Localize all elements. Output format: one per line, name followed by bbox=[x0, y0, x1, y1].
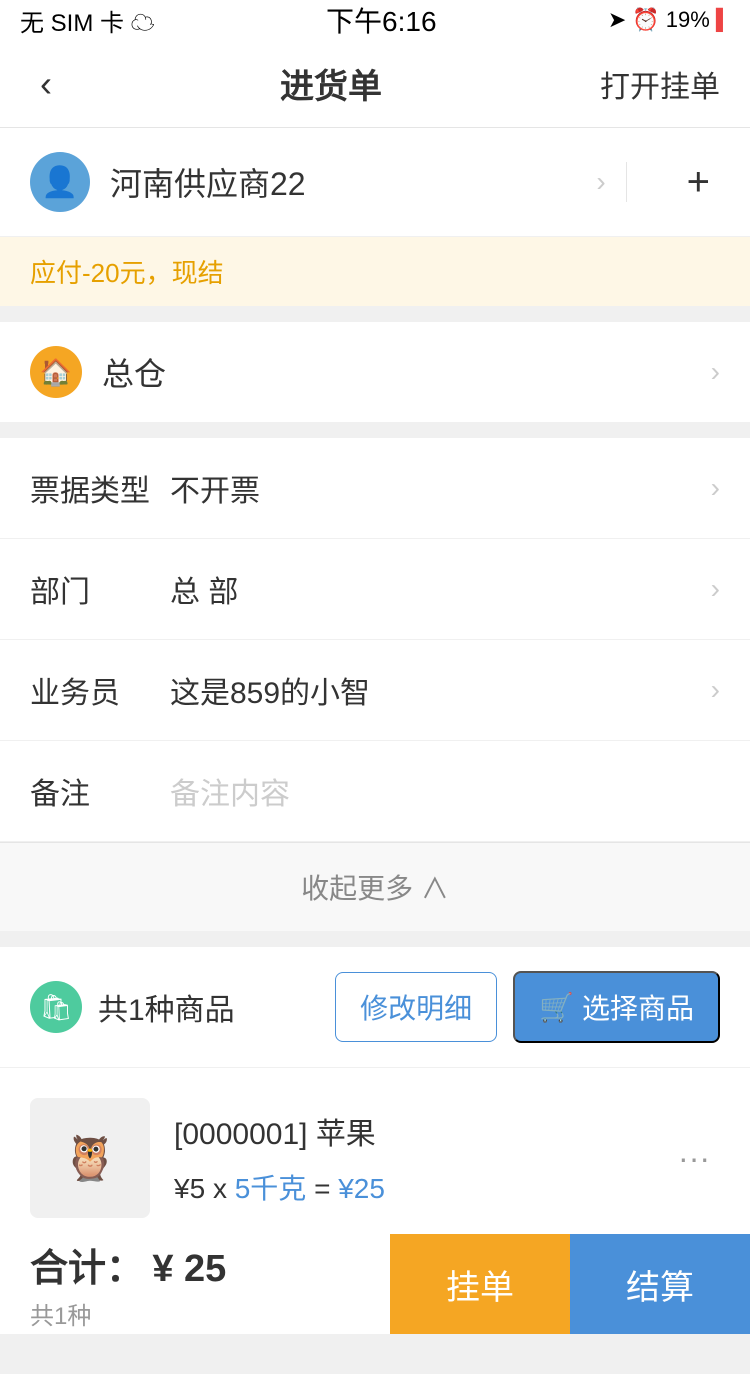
person-icon: 👤 bbox=[41, 165, 78, 200]
status-right: ➤ ⏰ 19% ▌ bbox=[608, 7, 730, 33]
page-title: 进货单 bbox=[280, 59, 382, 108]
product-count-icon: 🛍 bbox=[30, 981, 82, 1033]
main-content: 👤 河南供应商22 › + 应付-20元，现结 🏠 总仓 › 票据类型 不开票 … bbox=[0, 128, 750, 1374]
sim-signal: 无 SIM 卡 ☁ bbox=[20, 3, 155, 38]
product-name: [0000001] 苹果 bbox=[174, 1109, 668, 1153]
product-thumbnail: 🦉 bbox=[30, 1098, 150, 1218]
staff-value: 这是859的小智 bbox=[150, 668, 701, 712]
chevron-right-icon: › bbox=[711, 356, 720, 388]
remark-row[interactable]: 备注 备注内容 bbox=[0, 741, 750, 842]
modify-detail-button[interactable]: 修改明细 bbox=[335, 972, 497, 1042]
product-title: 苹果 bbox=[316, 1118, 376, 1151]
status-left: 无 SIM 卡 ☁ bbox=[20, 3, 155, 38]
form-card: 票据类型 不开票 › 部门 总 部 › 业务员 这是859的小智 › 备注 备注… bbox=[0, 438, 750, 931]
total-label: 合计： bbox=[30, 1248, 144, 1290]
total-value: ¥ 25 bbox=[152, 1248, 226, 1290]
status-time: 下午6:16 bbox=[326, 0, 437, 40]
product-price-row: ¥5 x 5千克 = ¥25 bbox=[174, 1167, 668, 1207]
product-header: 🛍 共1种商品 修改明细 🛒 选择商品 bbox=[0, 947, 750, 1068]
supplier-avatar: 👤 bbox=[30, 152, 90, 212]
warehouse-icon: 🏠 bbox=[30, 346, 82, 398]
warehouse-row[interactable]: 🏠 总仓 › bbox=[0, 322, 750, 422]
product-item: 🦉 [0000001] 苹果 ¥5 x 5千克 = ¥25 ··· bbox=[0, 1068, 750, 1248]
open-hang-button[interactable]: 打开挂单 bbox=[600, 62, 720, 106]
add-supplier-button[interactable]: + bbox=[677, 160, 720, 205]
select-product-button[interactable]: 🛒 选择商品 bbox=[513, 971, 720, 1043]
battery-level: 19% bbox=[666, 7, 710, 33]
warehouse-card[interactable]: 🏠 总仓 › bbox=[0, 322, 750, 422]
battery-icon: ▌ bbox=[716, 9, 730, 32]
product-count: 共1种商品 bbox=[98, 985, 335, 1029]
ticket-type-label: 票据类型 bbox=[30, 466, 150, 510]
bag-icon: 🛍 bbox=[39, 992, 72, 1023]
remark-label: 备注 bbox=[30, 769, 150, 813]
divider bbox=[626, 162, 627, 202]
supplier-card: 👤 河南供应商22 › + 应付-20元，现结 bbox=[0, 128, 750, 306]
chevron-right-icon: › bbox=[711, 674, 720, 706]
alarm-icon: ⏰ bbox=[632, 7, 659, 33]
cart-icon: 🛒 bbox=[539, 991, 574, 1024]
ticket-type-value: 不开票 bbox=[150, 466, 701, 510]
supplier-name: 河南供应商22 bbox=[110, 159, 586, 205]
owl-icon: 🦉 bbox=[63, 1132, 118, 1184]
bottom-bar: 合计： ¥ 25 共1种 挂单 结算 bbox=[0, 1234, 750, 1334]
department-row[interactable]: 部门 总 部 › bbox=[0, 539, 750, 640]
department-label: 部门 bbox=[30, 567, 150, 611]
more-options-button[interactable]: ··· bbox=[668, 1130, 720, 1187]
multiply-sign: x bbox=[213, 1173, 235, 1204]
product-info: [0000001] 苹果 ¥5 x 5千克 = ¥25 bbox=[174, 1109, 668, 1207]
chevron-right-icon: › bbox=[596, 166, 605, 198]
ticket-type-row[interactable]: 票据类型 不开票 › bbox=[0, 438, 750, 539]
product-total: ¥25 bbox=[338, 1173, 385, 1204]
select-product-label: 选择商品 bbox=[582, 987, 694, 1027]
supplier-notice: 应付-20元，现结 bbox=[0, 237, 750, 306]
hang-button[interactable]: 挂单 bbox=[390, 1234, 570, 1334]
total-section: 合计： ¥ 25 共1种 bbox=[0, 1234, 390, 1334]
product-unit-price: ¥5 bbox=[174, 1173, 205, 1204]
supplier-row[interactable]: 👤 河南供应商22 › + bbox=[0, 128, 750, 237]
chevron-right-icon: › bbox=[711, 573, 720, 605]
equals-sign: = bbox=[314, 1173, 338, 1204]
nav-bar: ‹ 进货单 打开挂单 bbox=[0, 40, 750, 128]
collapse-button[interactable]: 收起更多 ∧ bbox=[0, 842, 750, 931]
department-value: 总 部 bbox=[150, 567, 701, 611]
product-section: 🛍 共1种商品 修改明细 🛒 选择商品 🦉 [0000001] 苹果 ¥5 bbox=[0, 947, 750, 1248]
location-icon: ➤ bbox=[608, 7, 626, 33]
status-bar: 无 SIM 卡 ☁ 下午6:16 ➤ ⏰ 19% ▌ bbox=[0, 0, 750, 40]
staff-row[interactable]: 业务员 这是859的小智 › bbox=[0, 640, 750, 741]
chevron-right-icon: › bbox=[711, 472, 720, 504]
total-count: 共1种 bbox=[30, 1296, 360, 1331]
product-id: [0000001] bbox=[174, 1118, 307, 1151]
product-quantity: 5千克 bbox=[235, 1173, 307, 1204]
total-amount: 合计： ¥ 25 bbox=[30, 1237, 360, 1292]
warehouse-name: 总仓 bbox=[102, 349, 701, 395]
remark-input[interactable]: 备注内容 bbox=[150, 769, 720, 813]
back-button[interactable]: ‹ bbox=[30, 53, 62, 115]
staff-label: 业务员 bbox=[30, 668, 150, 712]
checkout-button[interactable]: 结算 bbox=[570, 1234, 750, 1334]
